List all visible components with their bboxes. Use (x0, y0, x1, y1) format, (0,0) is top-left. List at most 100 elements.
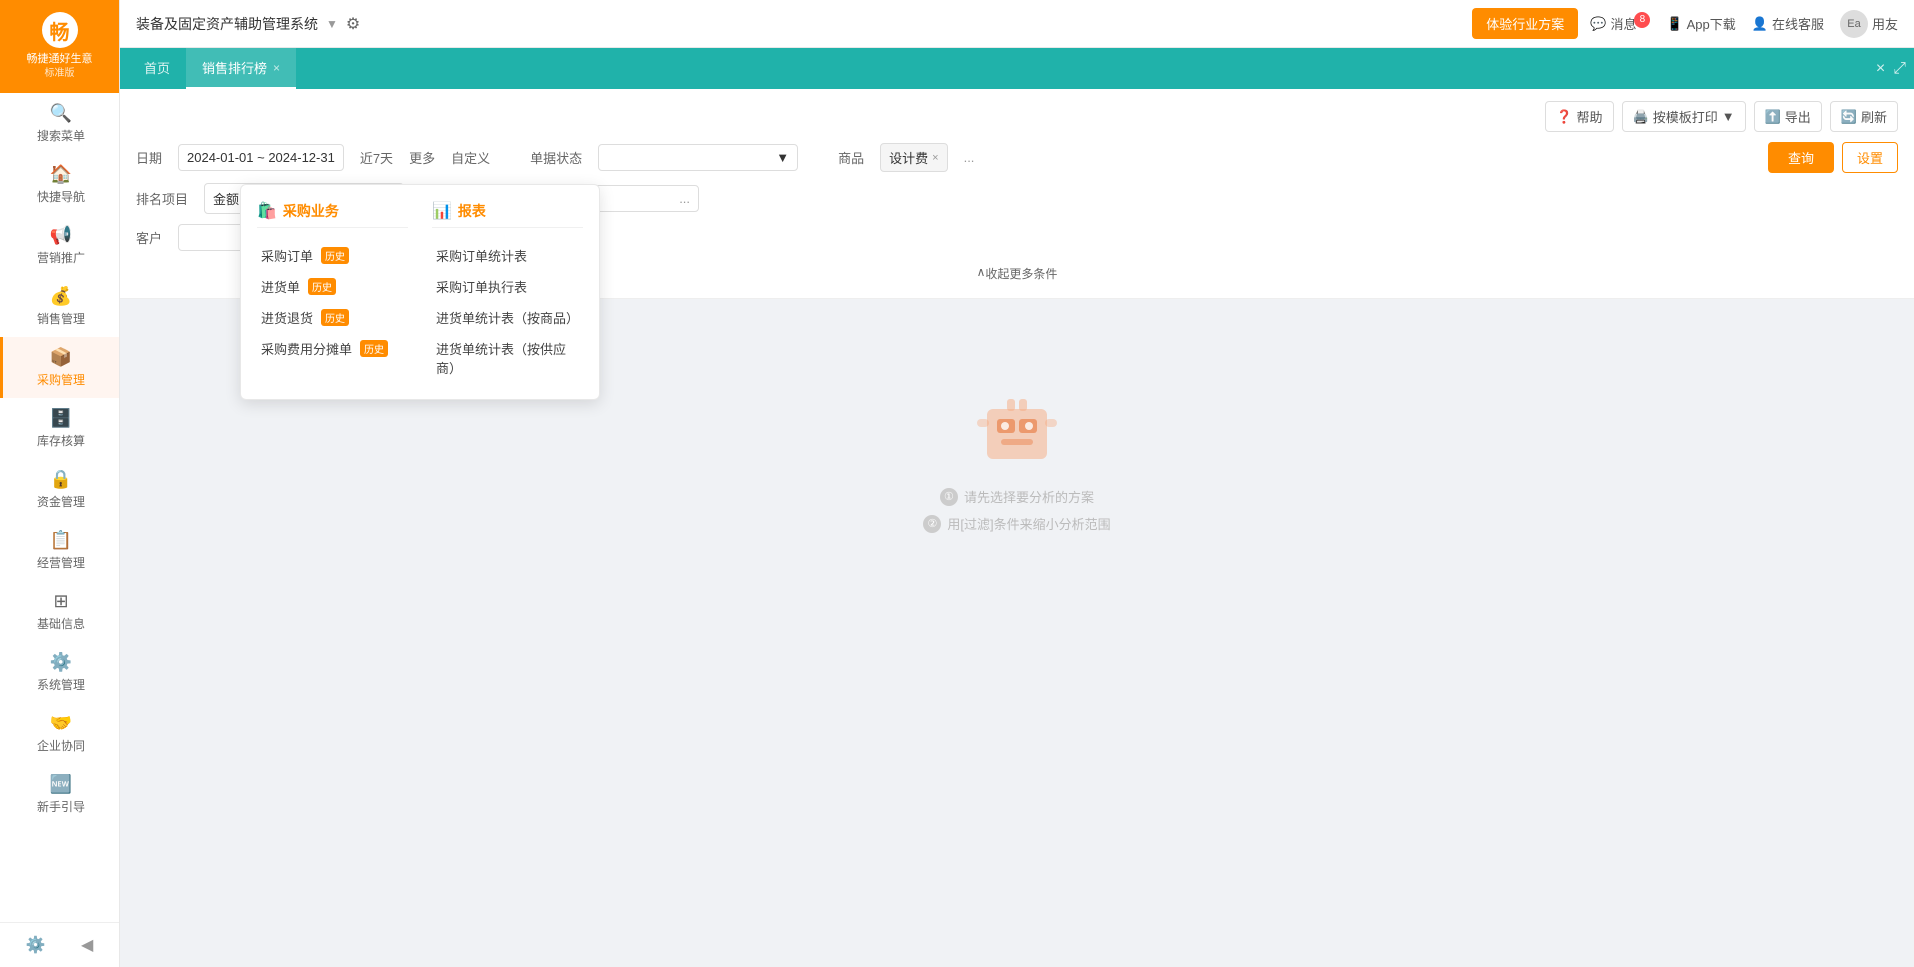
incoming-stat-goods-item[interactable]: 进货单统计表（按商品） (432, 302, 583, 333)
date-label: 日期 (136, 148, 162, 167)
sidebar-item-purchase[interactable]: 📦 采购管理 (0, 337, 119, 398)
chevron-down-icon[interactable]: ▼ (326, 17, 338, 31)
tab-close-icon[interactable]: × (273, 61, 280, 75)
collapse-label: 收起更多条件 (985, 265, 1057, 282)
sidebar-bottom: ⚙️ ◀ (0, 922, 119, 967)
purchase-icon: 📦 (50, 347, 72, 368)
sidebar-item-marketing[interactable]: 📢 营销推广 (0, 215, 119, 276)
history-badge-1: 历史 (308, 278, 336, 295)
sidebar: 畅 畅捷通好生意 标准版 🔍 搜索菜单 🏠 快捷导航 📢 营销推广 💰 销售管理… (0, 0, 120, 967)
chevron-down-icon: ▼ (776, 150, 789, 165)
bill-status-select[interactable]: ▼ (598, 144, 798, 171)
close-window-icon[interactable]: × (1876, 60, 1885, 78)
sidebar-item-enterprise[interactable]: 🤝 企业协同 (0, 703, 119, 764)
sidebar-item-finance[interactable]: 🔒 资金管理 (0, 459, 119, 520)
bill-status-label: 单据状态 (530, 148, 582, 167)
empty-hint-2: ② 用[过滤]条件来缩小分析范围 (923, 514, 1110, 533)
report-title: 📊 报表 (432, 201, 583, 228)
purchase-expense-item[interactable]: 采购费用分摊单 历史 (257, 333, 408, 364)
goods-label: 商品 (838, 148, 864, 167)
tabs-right-icons: × ⤢ (1876, 60, 1906, 78)
service-icon: 👤 (1752, 16, 1768, 32)
online-service-btn[interactable]: 👤 在线客服 (1752, 14, 1824, 33)
topbar-right: 💬 消息 8 📱 App下载 👤 在线客服 Ea 用友 (1590, 10, 1898, 38)
tab-sales-rank[interactable]: 销售排行榜 × (186, 48, 296, 89)
date-more-btn[interactable]: 更多 (409, 148, 435, 167)
sidebar-item-system[interactable]: ⚙️ 系统管理 (0, 642, 119, 703)
toolbar-right: ❓ 帮助 🖨️ 按模板打印 ▼ ⬆️ 导出 🔄 刷新 (1545, 101, 1898, 132)
help-btn[interactable]: ❓ 帮助 (1545, 101, 1613, 132)
collapse-icon[interactable]: ◀ (81, 935, 93, 955)
report-icon: 📊 (432, 201, 452, 221)
message-btn[interactable]: 💬 消息 8 (1590, 14, 1650, 33)
operation-icon: 📋 (50, 530, 72, 551)
avatar: Ea (1840, 10, 1868, 38)
system-title: 装备及固定资产辅助管理系统 ▼ ⚙ (136, 14, 1460, 34)
user-btn[interactable]: Ea 用友 (1840, 10, 1898, 38)
goods-tag: 设计费 × (880, 143, 947, 172)
purchase-order-stat-item[interactable]: 采购订单统计表 (432, 240, 583, 271)
help-icon: ❓ (1556, 109, 1572, 125)
query-settings-btns: 查询 设置 (1768, 142, 1898, 173)
export-btn[interactable]: ⬆️ 导出 (1754, 101, 1822, 132)
sidebar-item-search[interactable]: 🔍 搜索菜单 (0, 93, 119, 154)
enterprise-icon: 🤝 (50, 713, 72, 734)
industry-btn[interactable]: 体验行业方案 (1472, 8, 1578, 39)
toolbar-row: ❓ 帮助 🖨️ 按模板打印 ▼ ⬆️ 导出 🔄 刷新 (136, 101, 1898, 132)
tab-home[interactable]: 首页 (128, 48, 186, 89)
topbar: 装备及固定资产辅助管理系统 ▼ ⚙ 体验行业方案 💬 消息 8 📱 App下载 … (120, 0, 1914, 48)
settings-filter-btn[interactable]: 设置 (1842, 142, 1898, 173)
purchase-business-icon: 🛍️ (257, 201, 277, 221)
purchase-business-title: 🛍️ 采购业务 (257, 201, 408, 228)
goods-tag-close-icon[interactable]: × (932, 152, 938, 164)
settings-icon[interactable]: ⚙ (346, 14, 360, 34)
expand-icon[interactable]: ⤢ (1893, 60, 1906, 78)
guide-icon: 🆕 (50, 774, 72, 795)
empty-illustration (957, 379, 1077, 479)
sidebar-item-basic[interactable]: ⊞ 基础信息 (0, 581, 119, 642)
print-template-btn[interactable]: 🖨️ 按模板打印 ▼ (1622, 101, 1746, 132)
goods-dots[interactable]: ... (964, 150, 975, 165)
sidebar-item-guide[interactable]: 🆕 新手引导 (0, 764, 119, 825)
collapse-icon: ∧ (977, 265, 986, 282)
sales-icon: 💰 (50, 286, 72, 307)
export-icon: ⬆️ (1765, 109, 1781, 125)
settings-bottom-icon[interactable]: ⚙️ (26, 935, 46, 955)
home-icon: 🏠 (50, 164, 72, 185)
tabs-bar: 首页 销售排行榜 × × ⤢ (120, 48, 1914, 89)
print-chevron-icon: ▼ (1722, 109, 1735, 124)
history-badge-0: 历史 (321, 247, 349, 264)
sidebar-item-sales[interactable]: 💰 销售管理 (0, 276, 119, 337)
query-btn[interactable]: 查询 (1768, 142, 1834, 173)
purchase-order-exec-item[interactable]: 采购订单执行表 (432, 271, 583, 302)
incoming-stat-supplier-item[interactable]: 进货单统计表（按供应商） (432, 333, 583, 383)
report-col: 📊 报表 采购订单统计表 采购订单执行表 进货单统计表（按商品） 进货单统计表（… (432, 201, 583, 383)
refresh-icon: 🔄 (1841, 109, 1857, 125)
search-icon: 🔍 (50, 103, 72, 124)
incoming-order-item[interactable]: 进货单 历史 (257, 271, 408, 302)
logo-text: 畅捷通好生意 标准版 (27, 52, 93, 81)
purchase-dropdown-menu: 🛍️ 采购业务 采购订单 历史 进货单 历史 进货退货 历史 采购费用分摊单 (240, 184, 600, 400)
print-icon: 🖨️ (1633, 109, 1649, 125)
purchase-order-item[interactable]: 采购订单 历史 (257, 240, 408, 271)
filter-row-1: 日期 2024-01-01 ~ 2024-12-31 近7天 更多 自定义 单据… (136, 142, 1898, 173)
mobile-icon: 📱 (1666, 16, 1682, 32)
refresh-btn[interactable]: 🔄 刷新 (1830, 101, 1898, 132)
salesman-dots: ... (679, 191, 690, 206)
date-quick-7days[interactable]: 近7天 (360, 148, 393, 167)
main-area: 装备及固定资产辅助管理系统 ▼ ⚙ 体验行业方案 💬 消息 8 📱 App下载 … (120, 0, 1914, 967)
date-input[interactable]: 2024-01-01 ~ 2024-12-31 (178, 144, 344, 171)
rank-label: 排名项目 (136, 189, 188, 208)
date-custom-btn[interactable]: 自定义 (451, 148, 490, 167)
inventory-icon: 🗄️ (50, 408, 72, 429)
app-download-btn[interactable]: 📱 App下载 (1666, 14, 1735, 33)
content-area: ❓ 帮助 🖨️ 按模板打印 ▼ ⬆️ 导出 🔄 刷新 (120, 89, 1914, 967)
incoming-return-item[interactable]: 进货退货 历史 (257, 302, 408, 333)
marketing-icon: 📢 (50, 225, 72, 246)
purchase-business-col: 🛍️ 采购业务 采购订单 历史 进货单 历史 进货退货 历史 采购费用分摊单 (257, 201, 408, 383)
empty-hint-1: ① 请先选择要分析的方案 (940, 487, 1094, 506)
sidebar-item-operation[interactable]: 📋 经营管理 (0, 520, 119, 581)
system-icon: ⚙️ (50, 652, 72, 673)
sidebar-item-quick-nav[interactable]: 🏠 快捷导航 (0, 154, 119, 215)
sidebar-item-inventory[interactable]: 🗄️ 库存核算 (0, 398, 119, 459)
